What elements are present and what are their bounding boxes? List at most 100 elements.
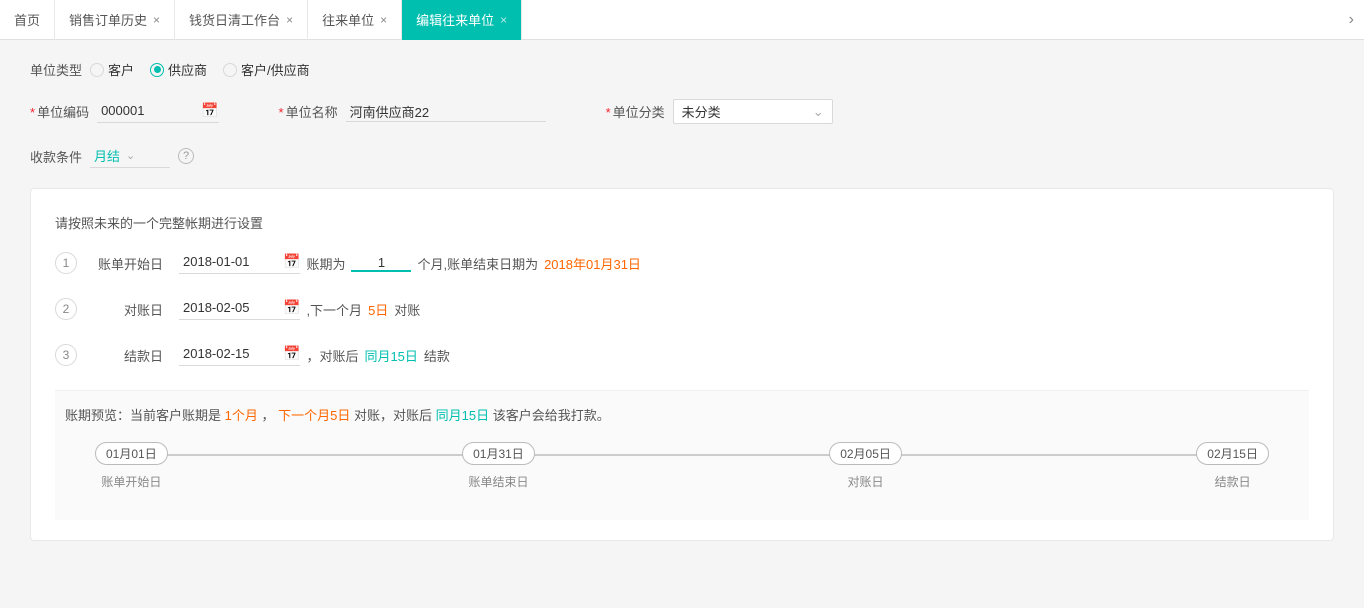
settings-card: 请按照未来的一个完整帐期进行设置 1 账单开始日 📅 账期为 个月,账单结束日期… xyxy=(30,188,1334,541)
step-3-row: 3 结款日 📅 ，对账后 同月15日 结款 xyxy=(55,344,1309,366)
unit-code-input[interactable] xyxy=(97,101,197,120)
preview-text: 账期预览：当前客户账期是 1个月 ， 下一个月5日 对账，对账后 同月15日 该… xyxy=(55,405,1309,424)
unit-name-field: *单位名称 xyxy=(279,102,546,122)
tab-edit-partner[interactable]: 编辑往来单位 × xyxy=(402,0,522,40)
step-2-suffix-highlight: 5日 xyxy=(368,300,388,319)
unit-category-field: *单位分类 未分类 ⌄ xyxy=(606,99,833,124)
radio-customer-label: 客户 xyxy=(108,60,134,79)
tab-cash-work[interactable]: 钱货日清工作台 × xyxy=(175,0,308,40)
step-2-date-input[interactable] xyxy=(179,298,279,317)
preview-part3: 同月15日 xyxy=(436,408,489,423)
timeline-badge-2: 01月31日 xyxy=(462,442,535,465)
timeline-container: 01月01日 账单开始日 01月31日 账单结束日 02月05日 对账日 02月… xyxy=(55,442,1309,520)
timeline-point-4: 02月15日 结款日 xyxy=(1196,442,1269,490)
unit-category-select[interactable]: 未分类 ⌄ xyxy=(673,99,833,124)
tab-cash-work-close[interactable]: × xyxy=(286,13,293,27)
timeline-label-2: 账单结束日 xyxy=(468,473,528,490)
step-1-label: 账单开始日 xyxy=(93,254,163,273)
timeline-label-1: 账单开始日 xyxy=(101,473,161,490)
step-1-date-input[interactable] xyxy=(179,252,279,271)
radio-both-circle xyxy=(223,63,237,77)
tab-edit-partner-label: 编辑往来单位 xyxy=(416,10,494,29)
unit-category-label: *单位分类 xyxy=(606,102,665,121)
tab-partner-label: 往来单位 xyxy=(322,10,374,29)
payment-condition-row: 收款条件 月结 ⌄ ? xyxy=(30,144,1334,168)
preview-sep1: ， xyxy=(262,408,275,423)
timeline-point-3: 02月05日 对账日 xyxy=(829,442,902,490)
tab-cash-work-label: 钱货日清工作台 xyxy=(189,10,280,29)
tab-sales-history[interactable]: 销售订单历史 × xyxy=(55,0,175,40)
step-2-row: 2 对账日 📅 ,下一个月 5日 对账 xyxy=(55,298,1309,320)
unit-name-label: *单位名称 xyxy=(279,102,338,121)
unit-category-value: 未分类 xyxy=(682,102,721,121)
step-1-date-wrapper: 📅 xyxy=(179,252,300,274)
tab-partner[interactable]: 往来单位 × xyxy=(308,0,402,40)
tab-home-label: 首页 xyxy=(14,10,40,29)
timeline-label-3: 对账日 xyxy=(848,473,884,490)
preview-sep2: 对账，对账后 xyxy=(354,408,432,423)
payment-condition-select[interactable]: 月结 ⌄ xyxy=(90,144,170,168)
payment-condition-label: 收款条件 xyxy=(30,147,82,166)
content-area: 单位类型 客户 供应商 客户/供应商 *单位编码 xyxy=(0,40,1364,600)
step-3-num: 3 xyxy=(55,344,77,366)
step-1-calendar-icon[interactable]: 📅 xyxy=(283,253,300,270)
preview-part1: 1个月 xyxy=(225,408,258,423)
tab-partner-close[interactable]: × xyxy=(380,13,387,27)
card-title: 请按照未来的一个完整帐期进行设置 xyxy=(55,213,1309,232)
tab-sales-history-label: 销售订单历史 xyxy=(69,10,147,29)
tab-more-arrow[interactable]: › xyxy=(1339,11,1364,29)
unit-code-field: *单位编码 📅 xyxy=(30,101,219,123)
preview-label: 账期预览：当前客户账期是 xyxy=(65,408,221,423)
radio-supplier[interactable]: 供应商 xyxy=(150,60,207,79)
unit-code-icon[interactable]: 📅 xyxy=(201,102,218,119)
radio-supplier-label: 供应商 xyxy=(168,60,207,79)
timeline-point-2: 01月31日 账单结束日 xyxy=(462,442,535,490)
step-3-suffix-highlight: 同月15日 xyxy=(364,346,417,365)
tab-home[interactable]: 首页 xyxy=(0,0,55,40)
radio-customer-circle xyxy=(90,63,104,77)
radio-both[interactable]: 客户/供应商 xyxy=(223,60,310,79)
step-3-suffix-before: ，对账后 xyxy=(306,346,358,365)
step-2-suffix-before: ,下一个月 xyxy=(306,300,362,319)
step-2-calendar-icon[interactable]: 📅 xyxy=(283,299,300,316)
step-2-suffix-after: 对账 xyxy=(394,300,420,319)
timeline-badge-3: 02月05日 xyxy=(829,442,902,465)
unit-category-arrow: ⌄ xyxy=(813,104,824,120)
unit-type-radio-group: 客户 供应商 客户/供应商 xyxy=(90,60,310,79)
unit-type-field: 单位类型 客户 供应商 客户/供应商 xyxy=(30,60,310,79)
timeline-label-4: 结款日 xyxy=(1215,473,1251,490)
step-2-value: 📅 ,下一个月 5日 对账 xyxy=(179,298,420,320)
unit-code-label: *单位编码 xyxy=(30,102,89,121)
radio-both-label: 客户/供应商 xyxy=(241,60,310,79)
unit-info-row: *单位编码 📅 *单位名称 *单位分类 未分类 ⌄ xyxy=(30,99,1334,124)
preview-part2: 下一个月5日 xyxy=(278,408,350,423)
tab-bar: 首页 销售订单历史 × 钱货日清工作台 × 往来单位 × 编辑往来单位 × › xyxy=(0,0,1364,40)
payment-condition-value: 月结 xyxy=(94,146,120,165)
preview-bar: 账期预览：当前客户账期是 1个月 ， 下一个月5日 对账，对账后 同月15日 该… xyxy=(55,390,1309,520)
step-2-date-wrapper: 📅 xyxy=(179,298,300,320)
unit-name-input[interactable] xyxy=(346,102,546,122)
unit-code-input-wrapper: 📅 xyxy=(97,101,218,123)
step-1-row: 1 账单开始日 📅 账期为 个月,账单结束日期为 2018年01月31日 xyxy=(55,252,1309,274)
radio-customer[interactable]: 客户 xyxy=(90,60,134,79)
step-1-period-input[interactable] xyxy=(351,255,411,272)
preview-suffix: 该客户会给我打款。 xyxy=(493,408,610,423)
step-1-period-end: 2018年01月31日 xyxy=(544,254,641,273)
step-3-calendar-icon[interactable]: 📅 xyxy=(283,345,300,362)
step-3-value: 📅 ，对账后 同月15日 结款 xyxy=(179,344,450,366)
step-3-date-wrapper: 📅 xyxy=(179,344,300,366)
timeline-badge-1: 01月01日 xyxy=(95,442,168,465)
step-1-period-label: 账期为 xyxy=(306,254,345,273)
payment-condition-field: 收款条件 月结 ⌄ ? xyxy=(30,144,194,168)
step-2-label: 对账日 xyxy=(93,300,163,319)
step-1-period-unit: 个月,账单结束日期为 xyxy=(417,254,538,273)
tab-sales-history-close[interactable]: × xyxy=(153,13,160,27)
step-3-suffix-after: 结款 xyxy=(424,346,450,365)
timeline-badge-4: 02月15日 xyxy=(1196,442,1269,465)
unit-type-row: 单位类型 客户 供应商 客户/供应商 xyxy=(30,60,1334,79)
tab-edit-partner-close[interactable]: × xyxy=(500,13,507,27)
step-3-label: 结款日 xyxy=(93,346,163,365)
timeline-point-1: 01月01日 账单开始日 xyxy=(95,442,168,490)
step-3-date-input[interactable] xyxy=(179,344,279,363)
help-icon[interactable]: ? xyxy=(178,148,194,164)
